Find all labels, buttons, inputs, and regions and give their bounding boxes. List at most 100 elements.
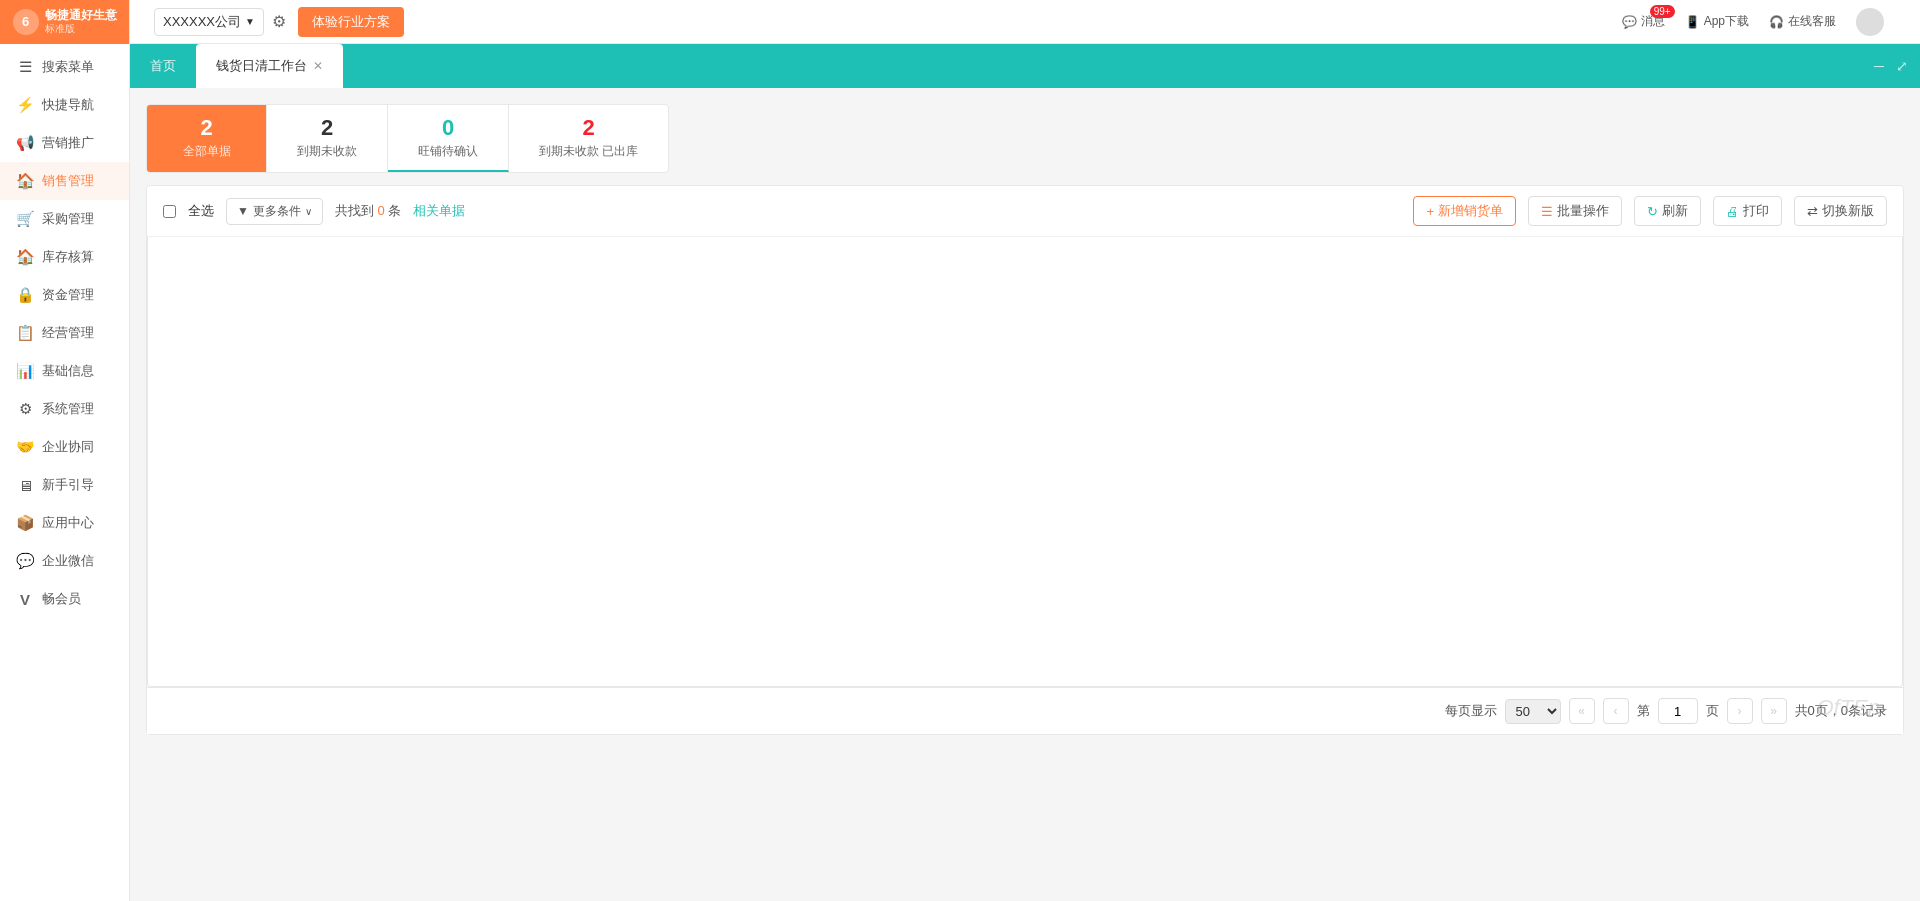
sidebar-item-inventory[interactable]: 🏠 库存核算 [0,238,129,276]
print-button[interactable]: 🖨 打印 [1713,196,1782,226]
download-icon: 📱 [1685,15,1700,29]
enterprise-icon: 🤝 [16,438,34,456]
stats-count-shipped: 2 [539,115,638,141]
guide-icon: 🖥 [16,477,34,494]
stats-tab-pending[interactable]: 0 旺铺待确认 [388,105,509,172]
sidebar-item-guide[interactable]: 🖥 新手引导 [0,466,129,504]
select-all-checkbox[interactable] [163,205,176,218]
filter-button[interactable]: ▼ 更多条件 ∨ [226,198,323,225]
related-link[interactable]: 相关单据 [413,202,465,220]
settings-icon[interactable]: ⚙ [272,12,286,31]
sidebar-item-label: 搜索菜单 [42,58,94,76]
total-records: 共0页，0条记录 [1795,702,1887,720]
page-label-ye: 页 [1706,702,1719,720]
online-service-label: 在线客服 [1788,13,1836,30]
sidebar-item-label: 企业协同 [42,438,94,456]
pagination-first-btn[interactable]: « [1569,698,1595,724]
logo-text-line2: 标准版 [45,22,117,36]
chevron-down-icon: ▼ [245,16,255,27]
stats-tab-overdue[interactable]: 2 到期未收款 [267,105,388,172]
sidebar-item-weixin[interactable]: 💬 企业微信 [0,542,129,580]
sidebar-item-sales[interactable]: 🏠 销售管理 [0,162,129,200]
new-sales-order-button[interactable]: + 新增销货单 [1413,196,1516,226]
switch-version-button[interactable]: ⇄ 切换新版 [1794,196,1887,226]
stats-label-all: 全部单据 [177,143,236,160]
toolbar-right: + 新增销货单 ☰ 批量操作 ↻ 刷新 🖨 打印 ⇄ 切换新版 [1413,196,1887,226]
sidebar-item-quick-nav[interactable]: ⚡ 快捷导航 [0,86,129,124]
sidebar: 6 畅捷通好生意 标准版 ☰ 搜索菜单 ⚡ 快捷导航 📢 营销推广 🏠 销售管理 [0,0,130,901]
company-name: XXXXXX公司 [163,13,241,31]
pagination-last-btn[interactable]: » [1761,698,1787,724]
sidebar-item-label: 快捷导航 [42,96,94,114]
content-panel: 全选 ▼ 更多条件 ∨ 共找到 0 条 相关单据 + 新增销货单 ☰ 批量操作 [146,185,1904,735]
nav-corner: ─ ⤢ [1874,58,1920,74]
sidebar-item-operations[interactable]: 📋 经营管理 [0,314,129,352]
trial-button[interactable]: 体验行业方案 [298,7,404,37]
sidebar-item-label: 企业微信 [42,552,94,570]
found-prefix: 共找到 0 条 [335,202,401,220]
sidebar-item-label: 畅会员 [42,590,81,608]
sidebar-item-label: 营销推广 [42,134,94,152]
sidebar-item-label: 销售管理 [42,172,94,190]
tab-home[interactable]: 首页 [130,44,196,88]
sidebar-item-label: 新手引导 [42,476,94,494]
page-input[interactable] [1658,698,1698,724]
page-size-label: 每页显示 [1445,702,1497,720]
page-size-select[interactable]: 20 50 100 [1505,699,1561,724]
batch-operation-button[interactable]: ☰ 批量操作 [1528,196,1622,226]
tab-close-icon[interactable]: ✕ [313,59,323,73]
nav-minimize-icon[interactable]: ─ [1874,58,1884,74]
basic-info-icon: 📊 [16,362,34,380]
stats-tab-all[interactable]: 2 全部单据 [147,105,267,172]
sidebar-menu: ☰ 搜索菜单 ⚡ 快捷导航 📢 营销推广 🏠 销售管理 🛒 采购管理 🏠 库存核… [0,44,129,901]
sidebar-item-app-center[interactable]: 📦 应用中心 [0,504,129,542]
sidebar-item-funds[interactable]: 🔒 资金管理 [0,276,129,314]
avatar[interactable] [1856,8,1884,36]
operations-icon: 📋 [16,324,34,342]
stats-count-all: 2 [177,115,236,141]
print-icon: 🖨 [1726,204,1739,219]
new-label: 新增销货单 [1438,202,1503,220]
refresh-button[interactable]: ↻ 刷新 [1634,196,1701,226]
stats-label-pending: 旺铺待确认 [418,143,478,160]
pagination-prev-btn[interactable]: ‹ [1603,698,1629,724]
sidebar-item-system[interactable]: ⚙ 系统管理 [0,390,129,428]
stats-label-shipped: 到期未收款 已出库 [539,143,638,160]
sidebar-item-search-menu[interactable]: ☰ 搜索菜单 [0,48,129,86]
switch-icon: ⇄ [1807,204,1818,219]
quick-nav-icon: ⚡ [16,96,34,114]
online-service-btn[interactable]: 🎧 在线客服 [1769,13,1836,30]
sidebar-item-member[interactable]: V 畅会员 [0,580,129,618]
nav-maximize-icon[interactable]: ⤢ [1896,58,1908,74]
tab-home-label: 首页 [150,57,176,75]
sidebar-item-enterprise[interactable]: 🤝 企业协同 [0,428,129,466]
sidebar-item-marketing[interactable]: 📢 营销推广 [0,124,129,162]
sidebar-item-basic-info[interactable]: 📊 基础信息 [0,352,129,390]
nav-tabs: 首页 钱货日清工作台 ✕ ─ ⤢ [130,44,1920,88]
message-btn[interactable]: 💬 消息 99+ [1622,13,1665,30]
app-download-btn[interactable]: 📱 App下载 [1685,13,1749,30]
batch-icon: ☰ [1541,204,1553,219]
sidebar-item-purchase[interactable]: 🛒 采购管理 [0,200,129,238]
search-menu-icon: ☰ [16,58,34,76]
inventory-icon: 🏠 [16,248,34,266]
service-icon: 🎧 [1769,15,1784,29]
marketing-icon: 📢 [16,134,34,152]
tab-workbench-label: 钱货日清工作台 [216,57,307,75]
page-label-di: 第 [1637,702,1650,720]
app-download-label: App下载 [1704,13,1749,30]
company-selector[interactable]: XXXXXX公司 ▼ [154,8,264,36]
filter-chevron-icon: ∨ [305,206,312,217]
purchase-icon: 🛒 [16,210,34,228]
sidebar-item-label: 经营管理 [42,324,94,342]
stats-tab-shipped[interactable]: 2 到期未收款 已出库 [509,105,668,172]
logo-icon: 6 [13,9,39,35]
tab-workbench[interactable]: 钱货日清工作台 ✕ [196,44,343,88]
sales-icon: 🏠 [16,172,34,190]
toolbar: 全选 ▼ 更多条件 ∨ 共找到 0 条 相关单据 + 新增销货单 ☰ 批量操作 [147,186,1903,237]
sidebar-item-label: 系统管理 [42,400,94,418]
funds-icon: 🔒 [16,286,34,304]
pagination-next-btn[interactable]: › [1727,698,1753,724]
filter-label: 更多条件 [253,203,301,220]
member-icon: V [16,591,34,608]
